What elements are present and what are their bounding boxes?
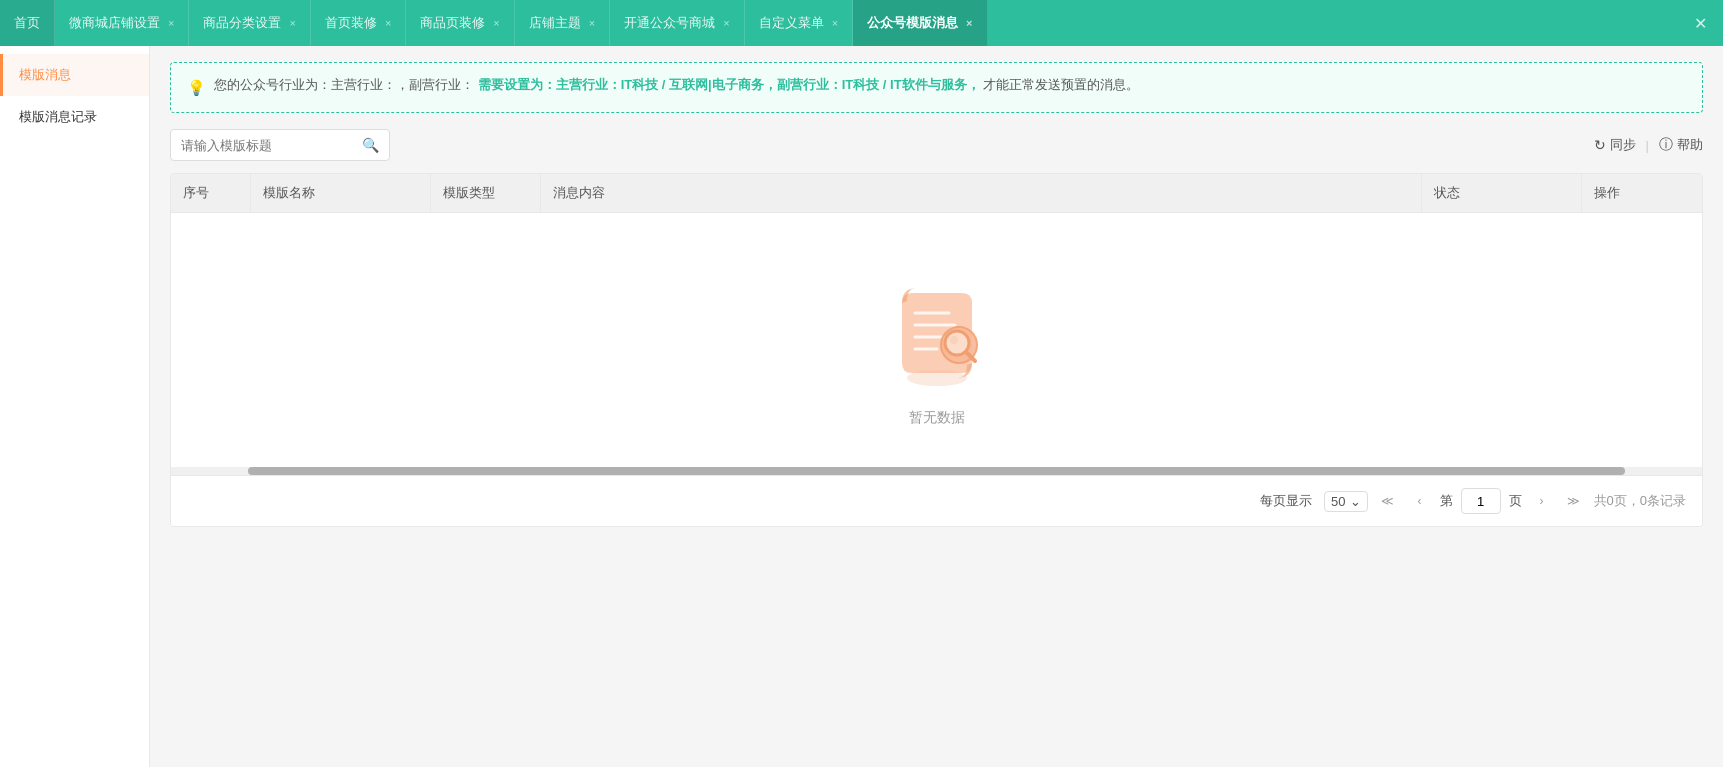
- first-page-button[interactable]: ≪: [1376, 489, 1400, 513]
- sidebar-item-template-msg[interactable]: 模版消息: [0, 54, 149, 96]
- nav-tab-home-decor-label: 首页装修: [325, 14, 377, 32]
- th-status: 状态: [1422, 174, 1582, 212]
- help-button[interactable]: ⓘ 帮助: [1659, 136, 1703, 154]
- sidebar-item-template-record[interactable]: 模版消息记录: [0, 96, 149, 138]
- toolbar: 🔍 ↻ 同步 | ⓘ 帮助: [170, 129, 1703, 161]
- close-icon[interactable]: ×: [289, 17, 295, 29]
- nav-tab-store-theme-label: 店铺主题: [529, 14, 581, 32]
- th-index: 序号: [171, 174, 251, 212]
- th-action: 操作: [1582, 174, 1702, 212]
- toolbar-right: ↻ 同步 | ⓘ 帮助: [1594, 136, 1703, 154]
- empty-text: 暂无数据: [909, 409, 965, 427]
- nav-tab-shop-setting[interactable]: 微商城店铺设置 ×: [55, 0, 189, 46]
- nav-tab-custom-menu-label: 自定义菜单: [759, 14, 824, 32]
- horizontal-scrollbar[interactable]: [171, 467, 1702, 475]
- nav-tab-open-mall[interactable]: 开通公众号商城 ×: [610, 0, 744, 46]
- th-type: 模版类型: [431, 174, 541, 212]
- nav-tab-category[interactable]: 商品分类设置 ×: [189, 0, 310, 46]
- main-layout: 模版消息 模版消息记录 💡 您的公众号行业为：主营行业：，副营行业： 需要设置为…: [0, 46, 1723, 767]
- nav-tab-custom-menu[interactable]: 自定义菜单 ×: [745, 0, 853, 46]
- close-icon[interactable]: ×: [723, 17, 729, 29]
- sidebar-item-template-record-label: 模版消息记录: [19, 109, 97, 124]
- close-icon[interactable]: ×: [966, 17, 972, 29]
- prev-page-button[interactable]: ‹: [1408, 489, 1432, 513]
- nav-tab-home-decor[interactable]: 首页装修 ×: [311, 0, 406, 46]
- search-input[interactable]: [181, 138, 362, 153]
- nav-tab-shop-setting-label: 微商城店铺设置: [69, 14, 160, 32]
- sync-label: 同步: [1610, 136, 1636, 154]
- last-page-button[interactable]: ≫: [1562, 489, 1586, 513]
- close-icon[interactable]: ×: [493, 17, 499, 29]
- close-all-icon: ✕: [1694, 14, 1707, 33]
- nav-tab-template-msg[interactable]: 公众号模版消息 ×: [853, 0, 987, 46]
- empty-state: 暂无数据: [171, 213, 1702, 467]
- th-name: 模版名称: [251, 174, 431, 212]
- page-di-label: 第: [1440, 492, 1453, 510]
- page-size-value: 50: [1331, 494, 1345, 509]
- th-content: 消息内容: [541, 174, 1422, 212]
- nav-tab-open-mall-label: 开通公众号商城: [624, 14, 715, 32]
- page-number-input[interactable]: [1461, 488, 1501, 514]
- nav-tab-product-decor[interactable]: 商品页装修 ×: [406, 0, 514, 46]
- empty-illustration: [877, 273, 997, 393]
- close-icon[interactable]: ×: [385, 17, 391, 29]
- help-label: 帮助: [1677, 136, 1703, 154]
- scroll-thumb[interactable]: [248, 467, 1626, 475]
- total-info: 共0页，0条记录: [1594, 492, 1686, 510]
- notice-text-after: 才能正常发送预置的消息。: [983, 77, 1139, 92]
- table: 序号 模版名称 模版类型 消息内容 状态 操作: [170, 173, 1703, 527]
- next-page-button[interactable]: ›: [1530, 489, 1554, 513]
- page-size-label: 每页显示: [1260, 492, 1312, 510]
- top-nav: 首页 微商城店铺设置 × 商品分类设置 × 首页装修 × 商品页装修 × 店铺主…: [0, 0, 1723, 46]
- sync-button[interactable]: ↻ 同步: [1594, 136, 1636, 154]
- notice-box: 💡 您的公众号行业为：主营行业：，副营行业： 需要设置为：主营行业：IT科技 /…: [170, 62, 1703, 113]
- table-header: 序号 模版名称 模版类型 消息内容 状态 操作: [171, 174, 1702, 213]
- close-icon[interactable]: ×: [168, 17, 174, 29]
- search-box: 🔍: [170, 129, 390, 161]
- chevron-down-icon: ⌄: [1350, 494, 1361, 509]
- nav-tab-store-theme[interactable]: 店铺主题 ×: [515, 0, 610, 46]
- nav-tab-home[interactable]: 首页: [0, 0, 55, 46]
- notice-icon: 💡: [187, 76, 206, 100]
- notice-text-before: 您的公众号行业为：主营行业：，副营行业：: [214, 77, 474, 92]
- nav-tab-product-decor-label: 商品页装修: [420, 14, 485, 32]
- sync-icon: ↻: [1594, 137, 1606, 153]
- search-icon[interactable]: 🔍: [362, 137, 379, 153]
- svg-point-9: [950, 336, 958, 344]
- nav-tab-home-label: 首页: [14, 14, 40, 32]
- content-area: 💡 您的公众号行业为：主营行业：，副营行业： 需要设置为：主营行业：IT科技 /…: [150, 46, 1723, 767]
- close-all-button[interactable]: ✕: [1678, 0, 1723, 46]
- page-unit-label: 页: [1509, 492, 1522, 510]
- nav-tab-category-label: 商品分类设置: [203, 14, 281, 32]
- sidebar-item-template-msg-label: 模版消息: [19, 67, 71, 82]
- close-icon[interactable]: ×: [832, 17, 838, 29]
- help-icon: ⓘ: [1659, 136, 1673, 154]
- close-icon[interactable]: ×: [589, 17, 595, 29]
- page-size-select[interactable]: 50 ⌄: [1324, 491, 1367, 512]
- nav-tab-template-msg-label: 公众号模版消息: [867, 14, 958, 32]
- sidebar: 模版消息 模版消息记录: [0, 46, 150, 767]
- notice-text-highlight: 需要设置为：主营行业：IT科技 / 互联网|电子商务，副营行业：IT科技 / I…: [478, 77, 980, 92]
- divider: |: [1646, 138, 1649, 153]
- pagination: 每页显示 50 ⌄ ≪ ‹ 第 页 › ≫ 共0页，0条记录: [171, 475, 1702, 526]
- notice-text: 您的公众号行业为：主营行业：，副营行业： 需要设置为：主营行业：IT科技 / 互…: [214, 75, 1139, 96]
